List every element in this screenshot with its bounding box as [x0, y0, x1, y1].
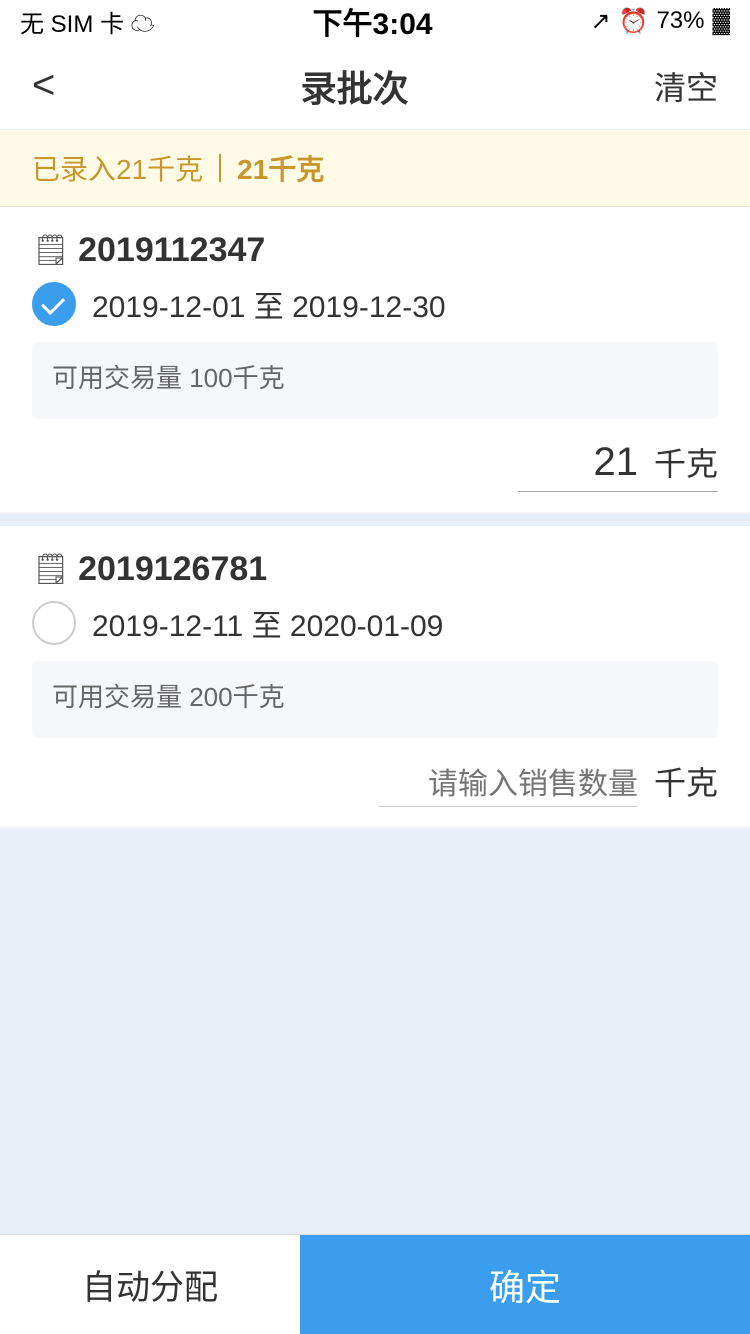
status-right: ↗ ⏰ 73% ▓	[590, 7, 730, 36]
info-banner: 已录入21千克 21千克	[0, 130, 750, 207]
batch2-number: 2019126781	[78, 550, 267, 589]
status-bar: 无 SIM 卡 ☁ 下午3:04 ↗ ⏰ 73% ▓	[0, 0, 750, 42]
back-button[interactable]: <	[32, 63, 55, 108]
auto-distribute-button[interactable]: 自动分配	[0, 1235, 300, 1334]
batch1-available: 可用交易量 100千克	[32, 342, 718, 419]
batch1-qty-unit: 千克	[654, 439, 718, 485]
page-title: 录批次	[301, 60, 409, 112]
batch1-icon: 🗒	[32, 233, 70, 268]
battery-icon: ▓	[712, 7, 730, 35]
clear-button[interactable]: 清空	[654, 63, 718, 109]
bottom-bar: 自动分配 确定	[0, 1234, 750, 1334]
sim-label: 无 SIM 卡 ☁	[20, 4, 155, 39]
battery-label: 73%	[656, 7, 704, 35]
batch1-qty-line: 21 千克	[593, 439, 718, 485]
status-time: 下午3:04	[313, 0, 433, 43]
batch2-inner: 🗒 2019126781 2019-12-11 至 2020-01-09 可用交…	[0, 526, 750, 738]
batch2-row[interactable]: 2019-12-11 至 2020-01-09	[32, 601, 718, 645]
status-left: 无 SIM 卡 ☁	[20, 4, 155, 39]
batch1-row[interactable]: 2019-12-01 至 2019-12-30	[32, 282, 718, 326]
batch1-inner: 🗒 2019112347 2019-12-01 至 2019-12-30 可用交…	[0, 207, 750, 419]
batch2-qty-wrapper: 千克	[0, 738, 750, 827]
batch2-qty-unit: 千克	[654, 758, 718, 804]
batch2-card: 🗒 2019126781 2019-12-11 至 2020-01-09 可用交…	[0, 526, 750, 827]
batch1-number: 2019112347	[78, 231, 265, 270]
batch2-qty-input[interactable]	[378, 768, 638, 807]
recorded-label: 已录入21千克	[32, 148, 203, 188]
banner-divider	[219, 154, 221, 182]
batch1-radio[interactable]	[32, 282, 76, 326]
batch1-qty-underline	[518, 491, 718, 492]
batch2-date-range: 2019-12-11 至 2020-01-09	[92, 601, 443, 645]
batch2-radio[interactable]	[32, 601, 76, 645]
nav-bar: < 录批次 清空	[0, 42, 750, 130]
batch2-available: 可用交易量 200千克	[32, 661, 718, 738]
batch1-qty-wrapper: 21 千克	[0, 419, 750, 512]
empty-area	[0, 829, 750, 1289]
recorded-value: 21千克	[237, 148, 324, 188]
batch1-card: 🗒 2019112347 2019-12-01 至 2019-12-30 可用交…	[0, 207, 750, 512]
batch2-icon: 🗒	[32, 552, 70, 587]
batch1-date-range: 2019-12-01 至 2019-12-30	[92, 282, 446, 326]
batch1-header: 🗒 2019112347	[32, 231, 718, 270]
batch2-qty-line: 千克	[378, 758, 718, 807]
batch1-qty-value: 21	[593, 440, 638, 485]
separator1	[0, 514, 750, 526]
batch2-header: 🗒 2019126781	[32, 550, 718, 589]
location-icon: ↗	[590, 7, 610, 36]
alarm-icon: ⏰	[619, 7, 649, 36]
confirm-button[interactable]: 确定	[300, 1235, 750, 1334]
